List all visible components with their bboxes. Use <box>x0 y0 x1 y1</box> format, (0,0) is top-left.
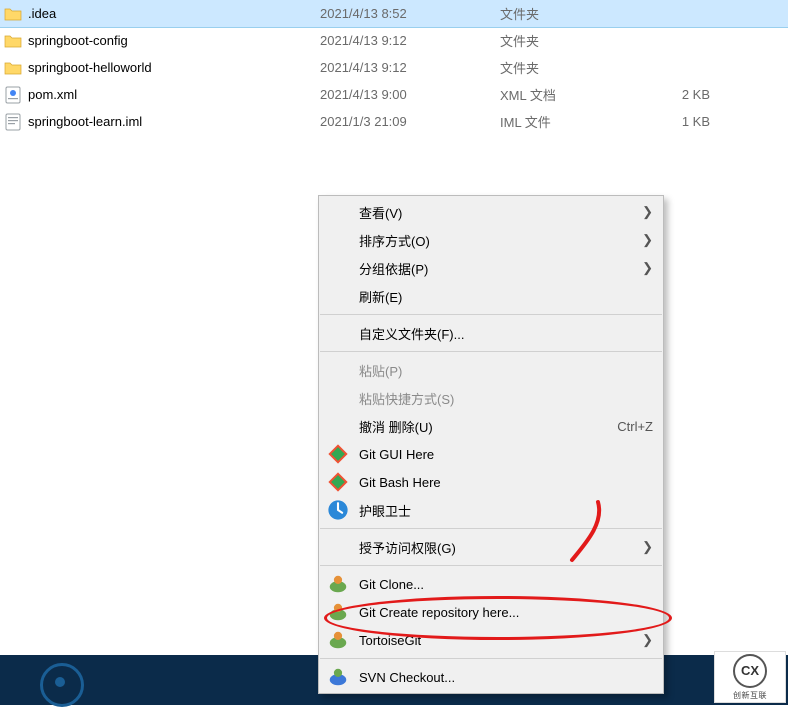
file-type: XML 文档 <box>500 85 630 104</box>
menu-label: Git Bash Here <box>359 475 653 490</box>
blank-icon <box>327 536 349 558</box>
brand-logo-icon: CX <box>733 654 767 688</box>
file-name-cell: springboot-learn.iml <box>0 113 320 131</box>
menu-label: 粘贴(P) <box>359 361 653 380</box>
file-date: 2021/4/13 9:00 <box>320 87 500 102</box>
menu-view[interactable]: 查看(V) ❯ <box>319 198 663 226</box>
menu-label: 授予访问权限(G) <box>359 538 639 557</box>
menu-label: 查看(V) <box>359 203 639 222</box>
menu-sort[interactable]: 排序方式(O) ❯ <box>319 226 663 254</box>
folder-icon <box>4 5 22 23</box>
menu-label: 排序方式(O) <box>359 231 639 250</box>
file-type: 文件夹 <box>500 58 630 77</box>
folder-icon <box>4 59 22 77</box>
separator <box>320 351 662 352</box>
blank-icon <box>327 387 349 409</box>
file-size: 2 KB <box>630 87 720 102</box>
menu-group[interactable]: 分组依据(P) ❯ <box>319 254 663 282</box>
file-list: .idea2021/4/13 8:52文件夹springboot-config2… <box>0 0 788 135</box>
file-type: IML 文件 <box>500 112 630 131</box>
file-row[interactable]: springboot-helloworld 2021/4/13 9:12文件夹 <box>0 54 788 81</box>
git-app-icon <box>327 471 349 493</box>
separator <box>320 528 662 529</box>
file-name: pom.xml <box>28 87 77 102</box>
file-name: springboot-config <box>28 33 128 48</box>
file-size: 1 KB <box>630 114 720 129</box>
file-name: .idea <box>28 6 56 21</box>
file-row[interactable]: springboot-config 2021/4/13 9:12文件夹 <box>0 27 788 54</box>
file-type: 文件夹 <box>500 31 630 50</box>
blank-icon <box>327 415 349 437</box>
menu-label: 自定义文件夹(F)... <box>359 324 653 343</box>
brand-text: 创新互联 <box>733 690 767 701</box>
menu-git-gui[interactable]: Git GUI Here <box>319 440 663 468</box>
file-name-cell: pom.xml <box>0 86 320 104</box>
separator <box>320 658 662 659</box>
tortoisegit-icon <box>327 629 349 651</box>
menu-label: 刷新(E) <box>359 287 653 306</box>
chevron-right-icon: ❯ <box>639 232 653 248</box>
file-name-cell: springboot-config <box>0 32 320 50</box>
file-name-cell: springboot-helloworld <box>0 59 320 77</box>
separator <box>320 314 662 315</box>
menu-git-create-repo[interactable]: Git Create repository here... <box>319 598 663 626</box>
menu-svn-checkout[interactable]: SVN Checkout... <box>319 663 663 691</box>
menu-label: 粘贴快捷方式(S) <box>359 389 653 408</box>
file-name: springboot-helloworld <box>28 60 152 75</box>
blank-icon <box>327 201 349 223</box>
menu-git-bash[interactable]: Git Bash Here <box>319 468 663 496</box>
menu-paste: 粘贴(P) <box>319 356 663 384</box>
blank-icon <box>327 229 349 251</box>
file-row[interactable]: springboot-learn.iml 2021/1/3 21:09IML 文件… <box>0 108 788 135</box>
menu-eyeguard[interactable]: 护眼卫士 <box>319 496 663 524</box>
file-date: 2021/4/13 9:12 <box>320 33 500 48</box>
file-name: springboot-learn.iml <box>28 114 142 129</box>
menu-grant-access[interactable]: 授予访问权限(G) ❯ <box>319 533 663 561</box>
blank-icon <box>327 285 349 307</box>
menu-label: 撤消 删除(U) <box>359 417 617 436</box>
file-date: 2021/1/3 21:09 <box>320 114 500 129</box>
menu-label: TortoiseGit <box>359 633 639 648</box>
menu-label: Git Create repository here... <box>359 605 653 620</box>
blank-icon <box>327 322 349 344</box>
menu-paste-shortcut: 粘贴快捷方式(S) <box>319 384 663 412</box>
file-date: 2021/4/13 9:12 <box>320 60 500 75</box>
brand-badge: CX 创新互联 <box>714 651 786 703</box>
menu-label: Git Clone... <box>359 577 653 592</box>
menu-label: 分组依据(P) <box>359 259 639 278</box>
file-row[interactable]: .idea 2021/4/13 8:52文件夹 <box>0 0 788 27</box>
folder-icon <box>4 32 22 50</box>
menu-label: 护眼卫士 <box>359 501 653 520</box>
separator <box>320 565 662 566</box>
clock-icon <box>327 499 349 521</box>
chevron-right-icon: ❯ <box>639 204 653 220</box>
file-name-cell: .idea <box>0 5 320 23</box>
context-menu: 查看(V) ❯ 排序方式(O) ❯ 分组依据(P) ❯ 刷新(E) 自定义文件夹… <box>318 195 664 694</box>
menu-customize-folder[interactable]: 自定义文件夹(F)... <box>319 319 663 347</box>
menu-label: SVN Checkout... <box>359 670 653 685</box>
menu-tortoisegit[interactable]: TortoiseGit ❯ <box>319 626 663 654</box>
menu-git-clone[interactable]: Git Clone... <box>319 570 663 598</box>
blank-icon <box>327 257 349 279</box>
file-type: 文件夹 <box>500 4 630 23</box>
menu-shortcut: Ctrl+Z <box>617 419 653 434</box>
xml-icon <box>4 86 22 104</box>
chevron-right-icon: ❯ <box>639 632 653 648</box>
tortoisesvn-icon <box>327 666 349 688</box>
iml-icon <box>4 113 22 131</box>
blank-icon <box>327 359 349 381</box>
git-app-icon <box>327 443 349 465</box>
chevron-right-icon: ❯ <box>639 260 653 276</box>
menu-undo-delete[interactable]: 撤消 删除(U) Ctrl+Z <box>319 412 663 440</box>
tortoisegit-icon <box>327 573 349 595</box>
tortoisegit-icon <box>327 601 349 623</box>
file-row[interactable]: pom.xml 2021/4/13 9:00XML 文档2 KB <box>0 81 788 108</box>
menu-label: Git GUI Here <box>359 447 653 462</box>
file-date: 2021/4/13 8:52 <box>320 6 500 21</box>
menu-refresh[interactable]: 刷新(E) <box>319 282 663 310</box>
chevron-right-icon: ❯ <box>639 539 653 555</box>
